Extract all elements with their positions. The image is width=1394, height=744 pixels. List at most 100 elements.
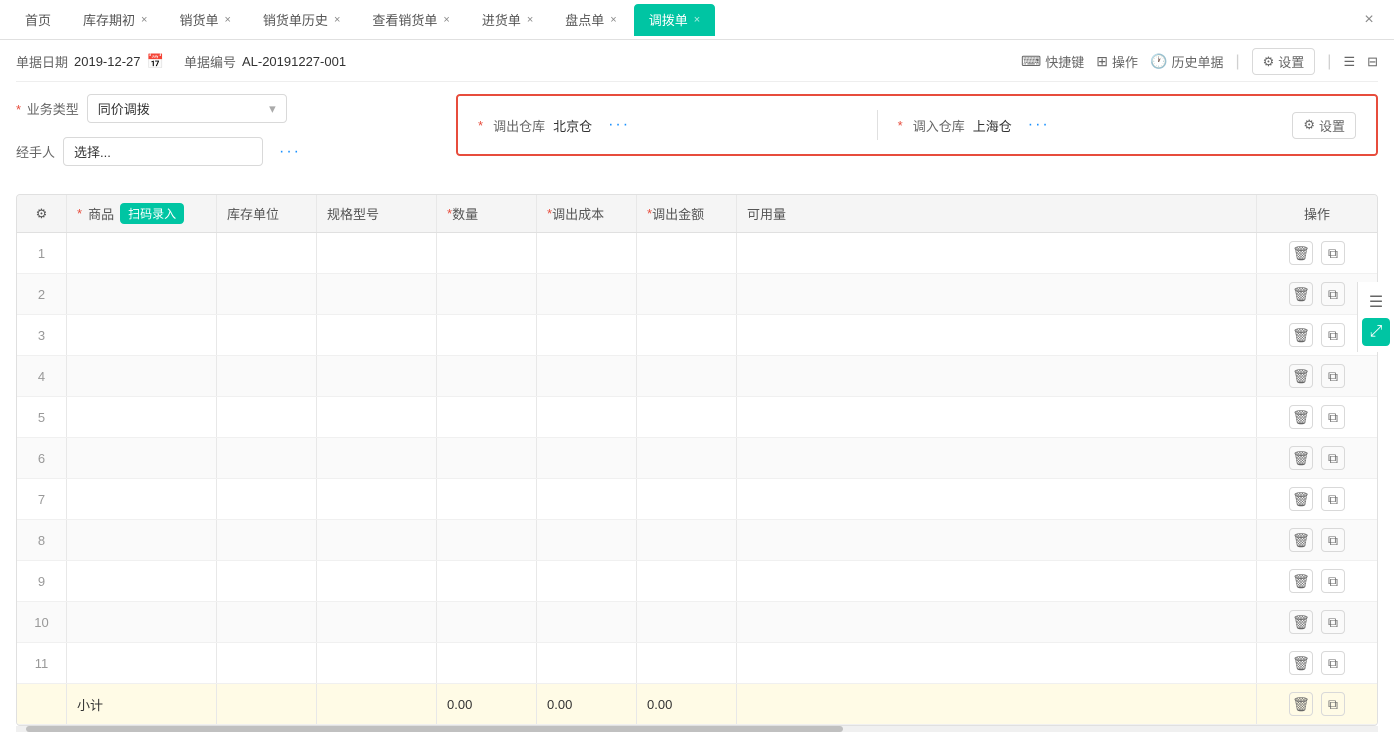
row-1-copy-button[interactable]: ⧉ [1321, 241, 1345, 265]
tab-sales-order[interactable]: 销货单 × [164, 4, 245, 36]
row-7-available[interactable] [737, 479, 1257, 519]
business-type-select[interactable]: 同价调拨 ▾ [87, 94, 287, 123]
tab-inventory-check[interactable]: 盘点单 × [550, 4, 631, 36]
tab-transfer[interactable]: 调拨单 × [634, 4, 715, 36]
row-5-product[interactable] [67, 397, 217, 437]
row-4-product[interactable] [67, 356, 217, 396]
row-6-product[interactable] [67, 438, 217, 478]
row-7-qty[interactable] [437, 479, 537, 519]
row-1-delete-button[interactable]: 🗑 [1289, 241, 1313, 265]
row-1-unit[interactable] [217, 233, 317, 273]
settings-button[interactable]: ⚙ 设置 [1252, 48, 1316, 75]
tab-inventory-init[interactable]: 库存期初 × [68, 4, 162, 36]
row-7-unit[interactable] [217, 479, 317, 519]
row-5-spec[interactable] [317, 397, 437, 437]
row-6-available[interactable] [737, 438, 1257, 478]
row-2-spec[interactable] [317, 274, 437, 314]
row-8-amount[interactable] [637, 520, 737, 560]
row-4-delete-button[interactable]: 🗑 [1289, 364, 1313, 388]
row-10-unit[interactable] [217, 602, 317, 642]
row-3-qty[interactable] [437, 315, 537, 355]
layout-grid-button[interactable]: ⊟ [1367, 54, 1378, 70]
row-8-unit[interactable] [217, 520, 317, 560]
row-4-cost[interactable] [537, 356, 637, 396]
row-7-copy-button[interactable]: ⧉ [1321, 487, 1345, 511]
row-11-qty[interactable] [437, 643, 537, 683]
gear-settings-icon[interactable]: ⚙ [36, 206, 48, 222]
scrollbar-thumb[interactable] [26, 726, 843, 732]
row-8-delete-button[interactable]: 🗑 [1289, 528, 1313, 552]
row-9-qty[interactable] [437, 561, 537, 601]
row-6-spec[interactable] [317, 438, 437, 478]
row-1-cost[interactable] [537, 233, 637, 273]
warehouse-in-more-button[interactable]: ··· [1028, 116, 1050, 134]
window-close-button[interactable]: × [1354, 5, 1384, 35]
tab-purchase-order[interactable]: 进货单 × [467, 4, 548, 36]
row-6-qty[interactable] [437, 438, 537, 478]
row-3-amount[interactable] [637, 315, 737, 355]
row-5-cost[interactable] [537, 397, 637, 437]
close-sales-order[interactable]: × [224, 14, 230, 26]
warehouse-settings-button[interactable]: ⚙ 设置 [1292, 112, 1356, 139]
row-8-available[interactable] [737, 520, 1257, 560]
row-4-spec[interactable] [317, 356, 437, 396]
row-10-qty[interactable] [437, 602, 537, 642]
handler-select[interactable]: 选择... [63, 137, 263, 166]
close-sales-history[interactable]: × [334, 14, 340, 26]
row-8-qty[interactable] [437, 520, 537, 560]
row-11-cost[interactable] [537, 643, 637, 683]
operations-button[interactable]: ⊞ 操作 [1096, 52, 1138, 71]
row-11-unit[interactable] [217, 643, 317, 683]
row-7-product[interactable] [67, 479, 217, 519]
close-transfer[interactable]: × [694, 14, 700, 26]
row-9-spec[interactable] [317, 561, 437, 601]
row-4-available[interactable] [737, 356, 1257, 396]
row-6-cost[interactable] [537, 438, 637, 478]
calendar-icon[interactable]: 📅 [147, 53, 164, 70]
layout-list-button[interactable]: ☰ [1343, 54, 1355, 70]
row-1-spec[interactable] [317, 233, 437, 273]
row-5-copy-button[interactable]: ⧉ [1321, 405, 1345, 429]
row-3-delete-button[interactable]: 🗑 [1289, 323, 1313, 347]
row-11-product[interactable] [67, 643, 217, 683]
row-9-unit[interactable] [217, 561, 317, 601]
row-6-unit[interactable] [217, 438, 317, 478]
row-3-spec[interactable] [317, 315, 437, 355]
row-11-delete-button[interactable]: 🗑 [1289, 651, 1313, 675]
row-3-available[interactable] [737, 315, 1257, 355]
row-10-copy-button[interactable]: ⧉ [1321, 610, 1345, 634]
row-9-amount[interactable] [637, 561, 737, 601]
scan-input-button[interactable]: 扫码录入 [120, 203, 184, 224]
shortcut-button[interactable]: ⌨ 快捷键 [1021, 52, 1084, 71]
row-7-spec[interactable] [317, 479, 437, 519]
row-5-unit[interactable] [217, 397, 317, 437]
row-11-available[interactable] [737, 643, 1257, 683]
row-9-available[interactable] [737, 561, 1257, 601]
tab-sales-history[interactable]: 销货单历史 × [248, 4, 355, 36]
row-2-amount[interactable] [637, 274, 737, 314]
row-3-copy-button[interactable]: ⧉ [1321, 323, 1345, 347]
row-4-amount[interactable] [637, 356, 737, 396]
subtotal-delete-button[interactable]: 🗑 [1289, 692, 1313, 716]
row-3-product[interactable] [67, 315, 217, 355]
row-6-amount[interactable] [637, 438, 737, 478]
subtotal-copy-button[interactable]: ⧉ [1321, 692, 1345, 716]
row-5-delete-button[interactable]: 🗑 [1289, 405, 1313, 429]
th-gear[interactable]: ⚙ [17, 195, 67, 232]
row-1-amount[interactable] [637, 233, 737, 273]
row-9-product[interactable] [67, 561, 217, 601]
tab-view-sales[interactable]: 查看销货单 × [357, 4, 464, 36]
row-7-cost[interactable] [537, 479, 637, 519]
row-10-spec[interactable] [317, 602, 437, 642]
row-3-cost[interactable] [537, 315, 637, 355]
row-4-qty[interactable] [437, 356, 537, 396]
handler-more-button[interactable]: ··· [279, 143, 301, 161]
row-2-cost[interactable] [537, 274, 637, 314]
row-2-copy-button[interactable]: ⧉ [1321, 282, 1345, 306]
row-8-cost[interactable] [537, 520, 637, 560]
close-inventory-check[interactable]: × [610, 14, 616, 26]
row-2-available[interactable] [737, 274, 1257, 314]
row-2-product[interactable] [67, 274, 217, 314]
row-10-amount[interactable] [637, 602, 737, 642]
warehouse-out-more-button[interactable]: ··· [608, 116, 630, 134]
